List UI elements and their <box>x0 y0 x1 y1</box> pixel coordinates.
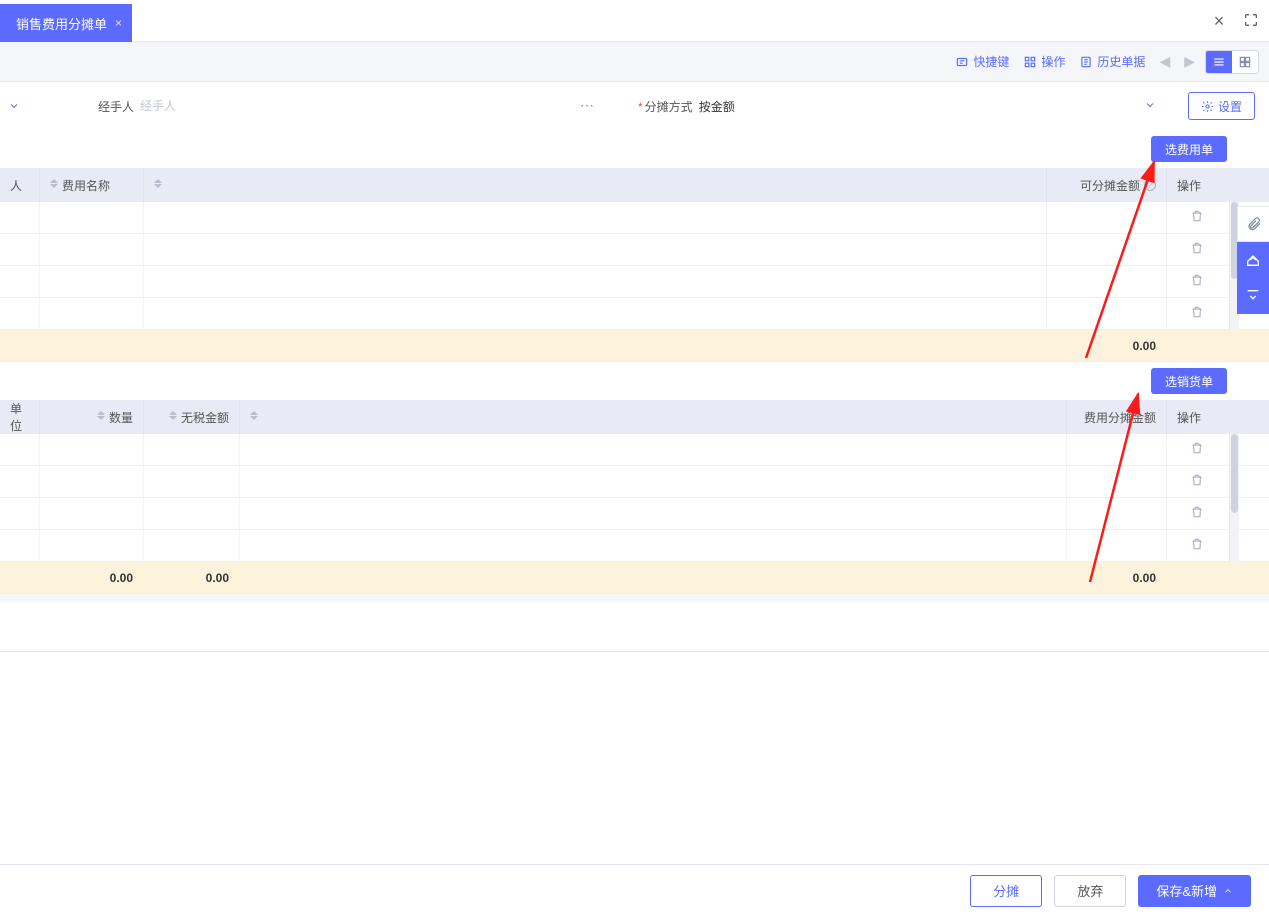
save-and-new-button[interactable]: 保存&新增 <box>1138 875 1251 907</box>
delete-icon[interactable] <box>1190 209 1204 226</box>
sort-icon[interactable] <box>97 411 105 423</box>
view-card-button[interactable] <box>1232 51 1258 73</box>
scrollbar-thumb[interactable] <box>1231 434 1238 513</box>
table-row[interactable] <box>0 498 1269 530</box>
select-sales-order-button[interactable]: 选销货单 <box>1151 368 1227 394</box>
select-expense-bill-button[interactable]: 选费用单 <box>1151 136 1227 162</box>
more-icon[interactable]: ⋯ <box>580 97 594 114</box>
delete-icon[interactable] <box>1190 273 1204 290</box>
attachment-button[interactable] <box>1237 206 1269 242</box>
delete-icon[interactable] <box>1190 241 1204 258</box>
sort-icon[interactable] <box>154 179 162 191</box>
settings-label: 设置 <box>1218 98 1242 115</box>
col-operations: 操作 <box>1167 168 1227 202</box>
save-new-label: 保存&新增 <box>1156 881 1217 900</box>
tab-title: 销售费用分摊单 <box>16 14 107 33</box>
delete-icon[interactable] <box>1190 505 1204 522</box>
delete-icon[interactable] <box>1190 441 1204 458</box>
col-operations: 操作 <box>1167 400 1227 434</box>
view-list-button[interactable] <box>1206 51 1232 73</box>
history-link[interactable]: 历史单据 <box>1075 53 1149 70</box>
table-total-row: 0.00 0.00 0.00 <box>0 562 1269 594</box>
col-allocatable-amount[interactable]: 可分摊金额? <box>1047 168 1167 202</box>
sort-icon[interactable] <box>250 411 258 423</box>
fullscreen-icon[interactable] <box>1243 12 1259 31</box>
sort-icon[interactable] <box>169 411 177 423</box>
allocate-button[interactable]: 分摊 <box>970 875 1042 907</box>
col-blank[interactable] <box>144 168 1047 202</box>
close-icon[interactable]: × <box>115 16 122 30</box>
settings-button[interactable]: 设置 <box>1188 92 1255 120</box>
table-row[interactable] <box>0 298 1269 330</box>
sales-table-header: 单位 数量 无税金额 费用分摊金额 操作 <box>0 400 1269 434</box>
actions-link[interactable]: 操作 <box>1019 53 1069 70</box>
table-row[interactable] <box>0 434 1269 466</box>
table-total-row: 0.00 <box>0 330 1269 362</box>
total-notax: 0.00 <box>154 571 229 585</box>
actions-label: 操作 <box>1041 53 1065 70</box>
total-alloc: 0.00 <box>1077 571 1156 585</box>
col-alloc-amount[interactable]: 费用分摊金额 <box>1067 400 1167 434</box>
table-row[interactable] <box>0 266 1269 298</box>
table-row[interactable] <box>0 530 1269 562</box>
prev-record-button[interactable]: ◀ <box>1155 53 1174 70</box>
col-person[interactable]: 人 <box>0 168 40 202</box>
discard-button[interactable]: 放弃 <box>1054 875 1126 907</box>
expense-table-header: 人 费用名称 可分摊金额? 操作 <box>0 168 1269 202</box>
expand-down-button[interactable] <box>1237 278 1269 314</box>
tab-sales-expense-allocation[interactable]: 销售费用分摊单 × <box>0 4 132 42</box>
handler-input[interactable] <box>140 95 598 117</box>
history-label: 历史单据 <box>1097 53 1145 70</box>
close-panel-button[interactable]: × <box>1209 11 1229 32</box>
chevron-down-icon[interactable] <box>1144 99 1168 114</box>
col-blank2[interactable] <box>240 400 1067 434</box>
total-qty: 0.00 <box>50 571 133 585</box>
chevron-down-icon[interactable] <box>0 100 28 112</box>
delete-icon[interactable] <box>1190 537 1204 554</box>
info-icon[interactable]: ? <box>1144 179 1156 191</box>
col-notax-amount[interactable]: 无税金额 <box>144 400 240 434</box>
col-unit[interactable]: 单位 <box>0 400 40 434</box>
delete-icon[interactable] <box>1190 305 1204 322</box>
col-expense-name[interactable]: 费用名称 <box>40 168 144 202</box>
table-row[interactable] <box>0 234 1269 266</box>
next-record-button[interactable]: ▶ <box>1180 53 1199 70</box>
method-value[interactable]: 按金额 <box>699 98 735 115</box>
delete-icon[interactable] <box>1190 473 1204 490</box>
total-allocatable: 0.00 <box>1057 339 1156 353</box>
method-label: *分摊方式 <box>638 98 693 115</box>
col-quantity[interactable]: 数量 <box>40 400 144 434</box>
sort-icon[interactable] <box>50 179 58 191</box>
table-row[interactable] <box>0 466 1269 498</box>
handler-label: 经手人 <box>98 98 134 115</box>
expand-up-button[interactable] <box>1237 242 1269 278</box>
shortcut-label: 快捷键 <box>973 53 1009 70</box>
shortcut-link[interactable]: 快捷键 <box>951 53 1013 70</box>
table-row[interactable] <box>0 202 1269 234</box>
